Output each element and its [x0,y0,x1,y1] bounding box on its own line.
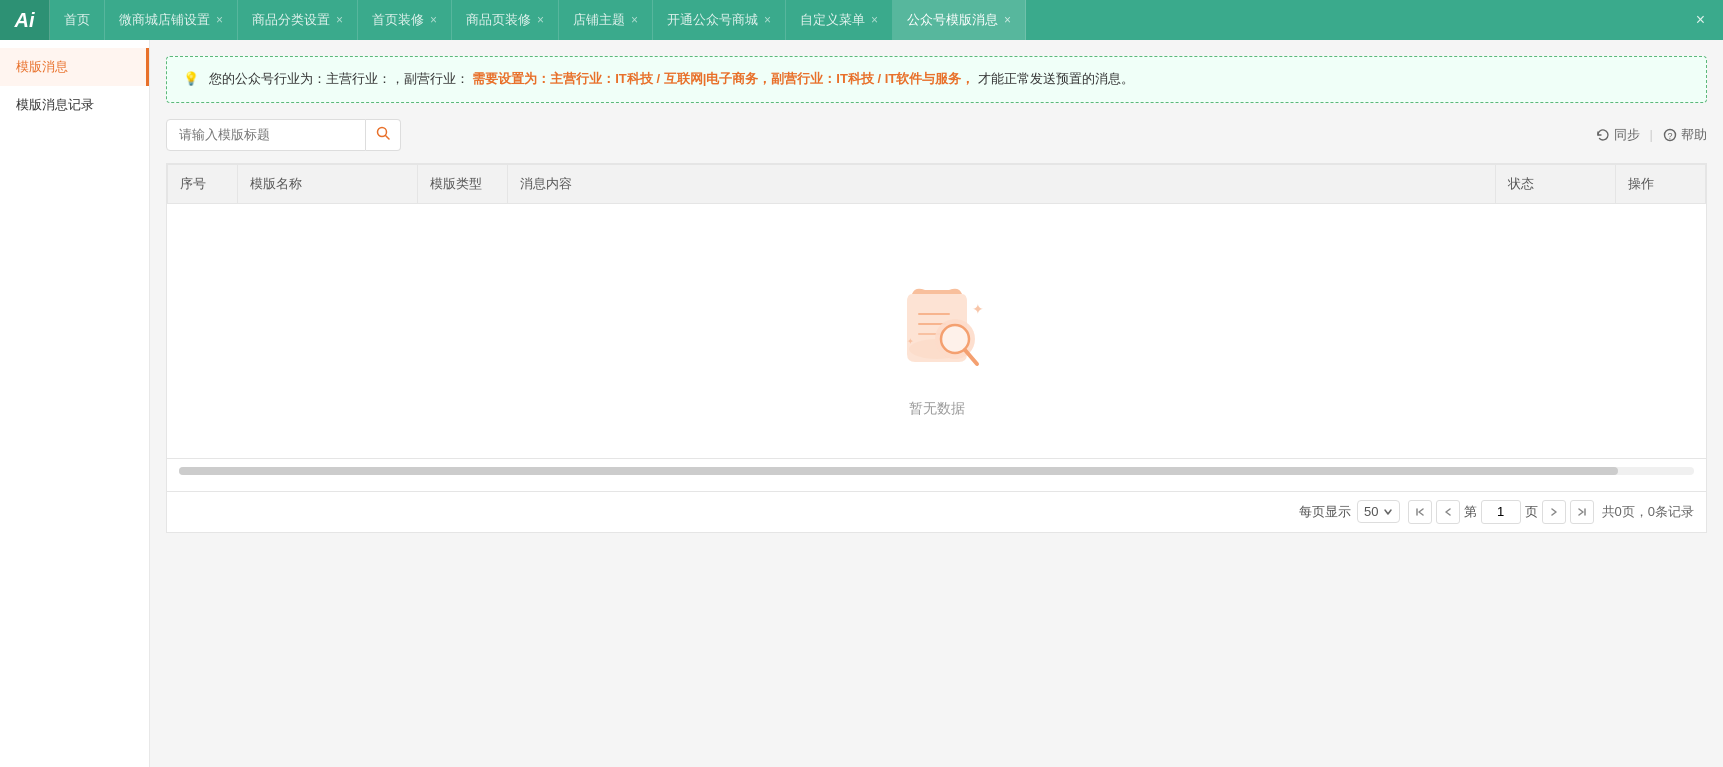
tab-shop-settings[interactable]: 微商城店铺设置 × [105,0,238,40]
search-button[interactable] [366,119,401,151]
notice-highlight: 需要设置为：主营行业：IT科技 / 互联网|电子商务，副营行业：IT科技 / I… [472,71,974,86]
notice-prefix: 您的公众号行业为：主营行业：，副营行业： [209,71,469,86]
svg-text:✦: ✦ [972,301,984,317]
last-page-button[interactable] [1570,500,1594,524]
search-bar-right: 同步 | ? 帮助 [1596,126,1707,144]
chevron-down-icon [1383,507,1393,517]
tab-product-decor-label: 商品页装修 [466,11,531,29]
tab-shop-settings-label: 微商城店铺设置 [119,11,210,29]
tab-home[interactable]: 首页 [50,0,105,40]
table-header-row: 序号 模版名称 模版类型 消息内容 状态 操作 [168,164,1706,203]
scroll-thumb[interactable] [179,467,1618,475]
empty-state: ✦ ✦ 暂无数据 [168,204,1706,458]
last-page-icon [1577,507,1587,517]
next-page-button[interactable] [1542,500,1566,524]
search-icon [376,126,390,140]
first-page-icon [1415,507,1425,517]
help-icon: ? [1663,128,1677,142]
empty-state-icon: ✦ ✦ [877,264,997,384]
tab-home-decor[interactable]: 首页装修 × [358,0,452,40]
tab-open-store-close[interactable]: × [764,13,771,27]
sync-label: 同步 [1614,126,1640,144]
search-input[interactable] [166,119,366,151]
tab-product-decor-close[interactable]: × [537,13,544,27]
data-table: 序号 模版名称 模版类型 消息内容 状态 操作 [167,164,1706,458]
page-size-label: 每页显示 [1299,503,1351,521]
svg-text:✦: ✦ [907,337,914,346]
tab-home-label: 首页 [64,11,90,29]
nav-divider: | [1650,127,1653,142]
sidebar-item-template-msg-log[interactable]: 模版消息记录 [0,86,149,124]
tab-custom-menu[interactable]: 自定义菜单 × [786,0,893,40]
scrollbar-area [167,458,1706,491]
first-page-button[interactable] [1408,500,1432,524]
main-layout: 模版消息 模版消息记录 💡 您的公众号行业为：主营行业：，副营行业： 需要设置为… [0,40,1723,767]
notice-icon: 💡 [183,71,199,86]
page-size-value: 50 [1364,504,1378,519]
tab-home-decor-close[interactable]: × [430,13,437,27]
help-button[interactable]: ? 帮助 [1663,126,1707,144]
col-seq: 序号 [168,164,238,203]
tab-template-msg-close[interactable]: × [1004,13,1011,27]
table-container: 序号 模版名称 模版类型 消息内容 状态 操作 [166,163,1707,533]
tab-open-store-label: 开通公众号商城 [667,11,758,29]
col-status: 状态 [1496,164,1616,203]
sidebar-item-template-msg-log-label: 模版消息记录 [16,97,94,112]
sidebar-item-template-msg[interactable]: 模版消息 [0,48,149,86]
svg-line-1 [386,136,390,140]
page-size-select: 每页显示 50 [1299,500,1399,523]
tab-custom-menu-close[interactable]: × [871,13,878,27]
tab-category-settings-close[interactable]: × [336,13,343,27]
tab-category-settings[interactable]: 商品分类设置 × [238,0,358,40]
content-area: 💡 您的公众号行业为：主营行业：，副营行业： 需要设置为：主营行业：IT科技 /… [150,40,1723,767]
tab-product-decor[interactable]: 商品页装修 × [452,0,559,40]
sidebar-item-template-msg-label: 模版消息 [16,59,68,74]
prev-page-button[interactable] [1436,500,1460,524]
svg-text:?: ? [1667,131,1672,141]
page-number-input[interactable] [1481,500,1521,524]
tab-shop-theme-label: 店铺主题 [573,11,625,29]
tab-shop-theme-close[interactable]: × [631,13,638,27]
help-label: 帮助 [1681,126,1707,144]
col-content: 消息内容 [508,164,1496,203]
tab-open-store[interactable]: 开通公众号商城 × [653,0,786,40]
scroll-track[interactable] [179,467,1694,475]
notice-box: 💡 您的公众号行业为：主营行业：，副营行业： 需要设置为：主营行业：IT科技 /… [166,56,1707,103]
tab-shop-theme[interactable]: 店铺主题 × [559,0,653,40]
tab-home-decor-label: 首页装修 [372,11,424,29]
pagination: 每页显示 50 [167,491,1706,532]
tab-template-msg-label: 公众号模版消息 [907,11,998,29]
col-name: 模版名称 [238,164,418,203]
next-page-icon [1549,507,1559,517]
tab-category-settings-label: 商品分类设置 [252,11,330,29]
page-size-dropdown[interactable]: 50 [1357,500,1399,523]
notice-suffix: 才能正常发送预置的消息。 [978,71,1134,86]
prev-page-icon [1443,507,1453,517]
tab-custom-menu-label: 自定义菜单 [800,11,865,29]
sync-icon [1596,128,1610,142]
search-bar-left [166,119,401,151]
search-bar: 同步 | ? 帮助 [166,119,1707,151]
page-label-post: 页 [1525,503,1538,521]
col-action: 操作 [1616,164,1706,203]
empty-text: 暂无数据 [909,400,965,418]
total-info: 共0页，0条记录 [1602,503,1694,521]
top-nav: Ai 首页 微商城店铺设置 × 商品分类设置 × 首页装修 × 商品页装修 × … [0,0,1723,40]
col-type: 模版类型 [418,164,508,203]
app-logo: Ai [0,0,50,40]
page-label-pre: 第 [1464,503,1477,521]
sidebar: 模版消息 模版消息记录 [0,40,150,767]
tab-shop-settings-close[interactable]: × [216,13,223,27]
svg-line-11 [965,350,977,364]
sync-button[interactable]: 同步 [1596,126,1640,144]
close-all-button[interactable]: × [1690,11,1711,29]
page-nav: 第 页 [1408,500,1594,524]
tab-template-msg[interactable]: 公众号模版消息 × [893,0,1026,40]
